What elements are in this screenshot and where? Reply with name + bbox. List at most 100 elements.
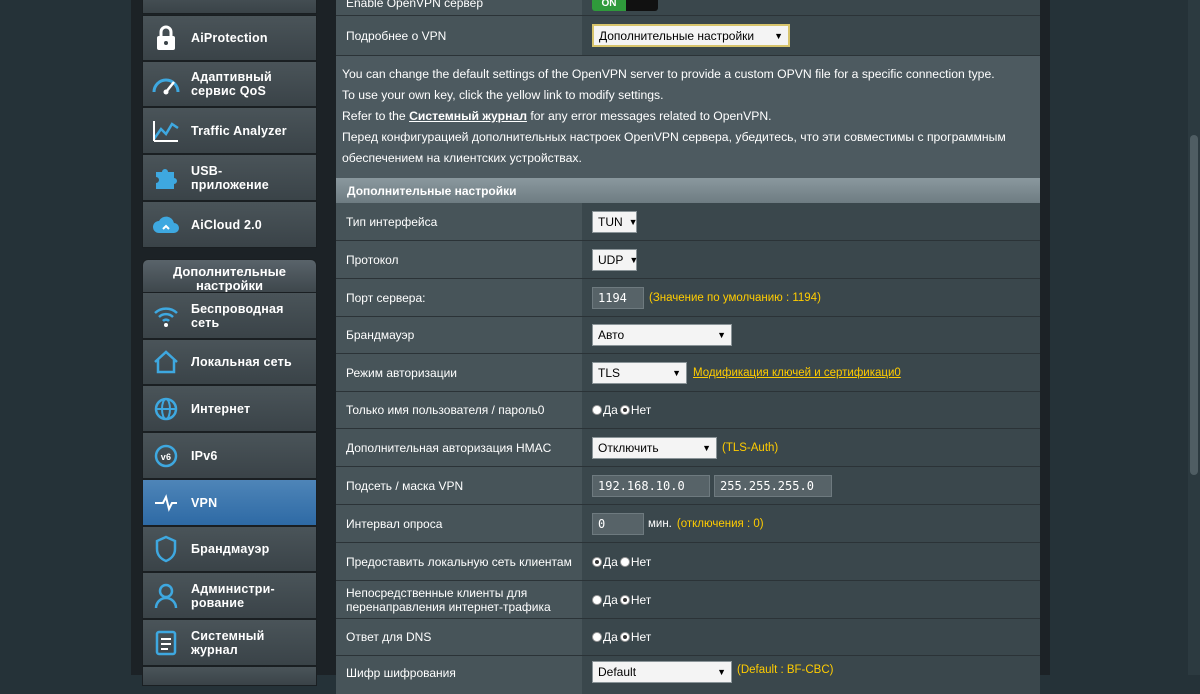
radio-no[interactable]: Нет [619, 630, 652, 644]
select-value: Дополнительные настройки [599, 28, 755, 43]
description-text: for any error messages related to OpenVP… [526, 109, 772, 123]
cloud-icon [149, 208, 183, 242]
radio-label: Да [603, 554, 618, 569]
sidebar-item-wireless[interactable]: Беспроводная сеть [142, 292, 317, 339]
radio-label: Нет [630, 630, 652, 644]
chevron-down-icon: ▼ [717, 330, 726, 340]
row-value: UDP ▼ [582, 241, 1040, 278]
subnet-ip-input[interactable]: 192.168.10.0 [592, 474, 710, 497]
syslog-link[interactable]: Системный журнал [409, 109, 527, 123]
page-scrollbar[interactable] [1188, 0, 1200, 675]
radio-yes[interactable]: Да [592, 555, 618, 569]
sidebar-item-vpn[interactable]: VPN [142, 479, 317, 526]
row-dns: Ответ для DNS Да Нет [336, 619, 1040, 656]
radio-yes[interactable]: Да [592, 593, 618, 607]
sidebar-item-firewall[interactable]: Брандмауэр [142, 526, 317, 572]
chevron-down-icon: ▼ [702, 442, 711, 453]
server-port-input[interactable]: 1194 [592, 286, 644, 309]
select-value: UDP [598, 252, 624, 267]
openvpn-toggle[interactable]: ON [592, 0, 658, 11]
sidebar-item-aiprotection[interactable]: AiProtection [142, 15, 317, 61]
row-direct-clients: Непосредственные клиенты для перенаправл… [336, 581, 1040, 619]
row-server-port: Порт сервера: 1194 (Значение по умолчани… [336, 279, 1040, 317]
row-value: Да Нет [582, 543, 1040, 580]
speedometer-icon [149, 67, 183, 101]
radio-circle[interactable] [592, 594, 602, 605]
radio-no[interactable]: Нет [619, 403, 651, 417]
row-value: Дополнительные настройки ▼ [582, 16, 1040, 55]
row-value: 1194 (Значение по умолчанию : 1194) [582, 279, 1040, 316]
select-value: TLS [598, 365, 621, 380]
radio-circle[interactable] [592, 556, 602, 567]
log-icon [149, 626, 183, 660]
cipher-select[interactable]: Default ▼ [592, 661, 732, 683]
sidebar-item-administration[interactable]: Администри-рование [142, 572, 317, 619]
interface-type-select[interactable]: TUN ▼ [592, 210, 638, 233]
sidebar-item-label: Брандмауэр [191, 542, 270, 556]
row-value: 0 мин. (отключения : 0) [582, 505, 1040, 542]
radio-circle[interactable] [619, 594, 630, 605]
user-icon [149, 579, 183, 613]
select-value: Default [598, 665, 637, 679]
row-value: TLS ▼ Модификация ключей и сертификаци0 [582, 354, 1040, 391]
row-label: Enable OpenVPN сервер [336, 0, 582, 15]
sidebar-item-qos[interactable]: Адаптивный сервис QoS [142, 61, 317, 107]
sidebar-item-label: Интернет [191, 401, 251, 416]
sidebar-item-usb[interactable]: USB-приложение [142, 154, 317, 201]
description-text: Refer to the [342, 109, 410, 123]
hmac-hint: (TLS-Auth) [722, 441, 779, 454]
row-label-line: перенаправления интернет-трафика [346, 599, 551, 614]
description-line: You can change the default settings of t… [342, 67, 995, 81]
globe-icon [149, 392, 183, 426]
toggle-on-label: ON [592, 0, 626, 11]
chart-icon [149, 114, 183, 148]
radio-label: Нет [630, 592, 652, 607]
row-label: Дополнительная авторизация HMAC [336, 429, 582, 466]
modify-keys-link[interactable]: Модификация ключей и сертификаци0 [693, 367, 901, 379]
radio-label: Нет [630, 554, 652, 569]
puzzle-icon [149, 161, 183, 195]
sidebar-item-syslog[interactable]: Системный журнал [142, 619, 317, 666]
radio-circle[interactable] [619, 405, 630, 415]
row-label: Режим авторизации [336, 354, 582, 391]
radio-circle[interactable] [619, 632, 630, 642]
sidebar-item-label: Системный журнал [191, 628, 265, 657]
sidebar-item-aicloud[interactable]: AiCloud 2.0 [142, 201, 317, 248]
auth-mode-select[interactable]: TLS ▼ [592, 361, 687, 384]
row-label: Предоставить локальную сеть клиентам [336, 543, 582, 580]
shield-icon [149, 532, 183, 566]
poll-interval-input[interactable]: 0 [592, 512, 644, 535]
sidebar-item-label: Traffic Analyzer [191, 123, 287, 138]
row-auth-mode: Режим авторизации TLS ▼ Модификация ключе… [336, 354, 1040, 392]
server-port-hint: (Значение по умолчанию : 1194) [649, 291, 821, 304]
vpn-details-select[interactable]: Дополнительные настройки ▼ [592, 24, 790, 47]
radio-yes[interactable]: Да [592, 630, 618, 644]
protocol-select[interactable]: UDP ▼ [592, 248, 638, 271]
select-value: Авто [598, 328, 625, 342]
sidebar-item-ipv6[interactable]: v6 IPv6 [142, 432, 317, 479]
row-value: Авто ▼ [582, 317, 1040, 353]
scrollbar-thumb[interactable] [1190, 135, 1198, 475]
radio-circle[interactable] [619, 556, 630, 567]
radio-circle[interactable] [592, 405, 602, 415]
radio-no[interactable]: Нет [619, 592, 652, 607]
section-title: Дополнительные настройки [336, 178, 1040, 203]
radio-circle[interactable] [592, 632, 602, 642]
row-value: Default ▼ (Default : BF-CBC) [582, 656, 1040, 694]
toggle-off-part [626, 0, 658, 11]
sidebar-item-traffic-analyzer[interactable]: Traffic Analyzer [142, 107, 317, 154]
sidebar-item-lan[interactable]: Локальная сеть [142, 339, 317, 385]
row-subnet: Подсеть / маска VPN 192.168.10.0 255.255… [336, 467, 1040, 505]
hmac-select[interactable]: Отключить ▼ [592, 436, 717, 459]
subnet-mask-input[interactable]: 255.255.255.0 [714, 474, 832, 497]
sidebar-item-partial[interactable] [142, 0, 317, 14]
row-hmac: Дополнительная авторизация HMAC Отключит… [336, 429, 1040, 467]
svg-text:v6: v6 [161, 452, 171, 462]
row-label: Подробнее о VPN [336, 16, 582, 55]
sidebar-item-partial-bottom[interactable] [142, 666, 317, 686]
radio-no[interactable]: Нет [619, 554, 652, 569]
row-poll-interval: Интервал опроса 0 мин. (отключения : 0) [336, 505, 1040, 543]
radio-yes[interactable]: Да [592, 403, 618, 417]
sidebar-item-internet[interactable]: Интернет [142, 385, 317, 432]
firewall-select[interactable]: Авто ▼ [592, 324, 732, 346]
